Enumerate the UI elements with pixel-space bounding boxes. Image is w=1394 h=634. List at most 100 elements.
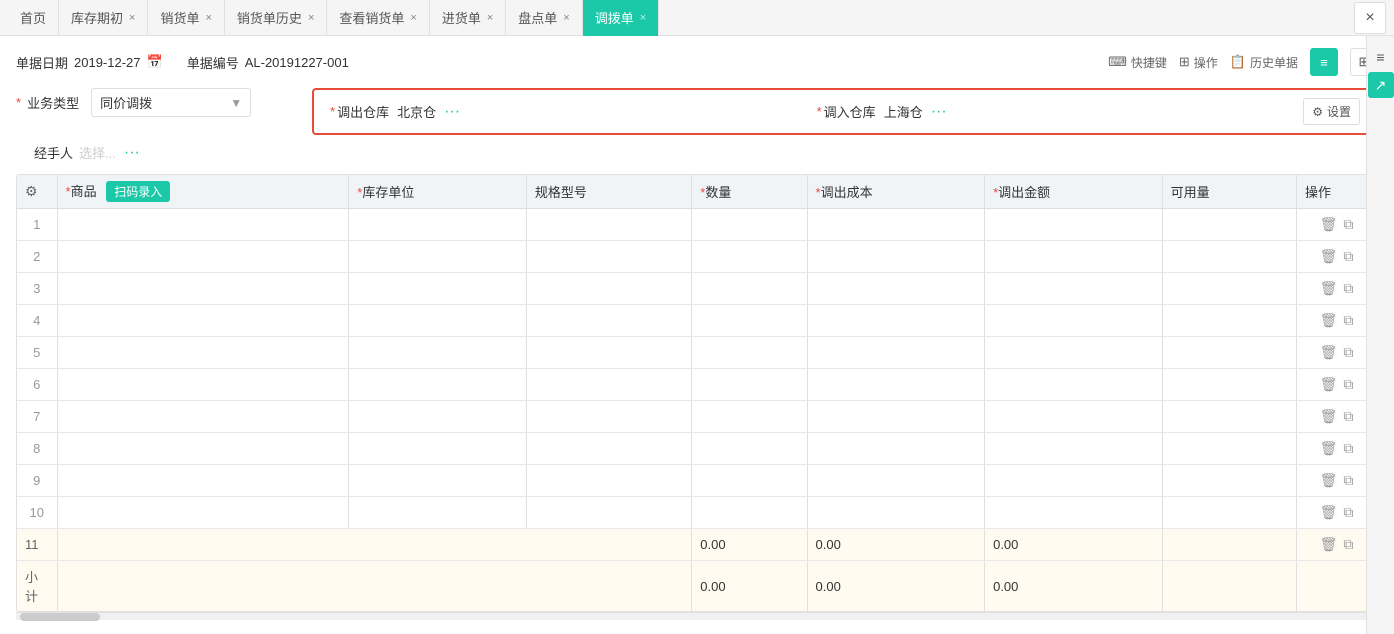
sidebar-export-icon[interactable]: ↗ (1368, 72, 1394, 98)
unit-cell-10[interactable] (349, 497, 527, 529)
cost-cell-4[interactable] (807, 305, 985, 337)
product-cell-3[interactable] (57, 273, 349, 305)
amount-cell-8[interactable] (985, 433, 1163, 465)
product-cell-7[interactable] (57, 401, 349, 433)
horizontal-scrollbar[interactable] (16, 612, 1378, 620)
delete-icon-11[interactable]: 🗑 (1320, 536, 1338, 553)
copy-icon-3[interactable]: ⧉ (1343, 280, 1353, 297)
available-cell-2[interactable] (1162, 241, 1296, 273)
history-button[interactable]: 📋 历史单据 (1230, 54, 1298, 71)
available-cell-4[interactable] (1162, 305, 1296, 337)
delete-icon-9[interactable]: 🗑 (1320, 472, 1338, 489)
amount-cell-4[interactable] (985, 305, 1163, 337)
amount-cell-6[interactable] (985, 369, 1163, 401)
source-warehouse-more-icon[interactable]: ··· (444, 103, 460, 121)
copy-icon-6[interactable]: ⧉ (1343, 376, 1353, 393)
scrollbar-thumb[interactable] (20, 613, 100, 621)
cost-cell-3[interactable] (807, 273, 985, 305)
shortcut-button[interactable]: ⌨ 快捷键 (1108, 54, 1167, 71)
amount-cell-7[interactable] (985, 401, 1163, 433)
available-cell-1[interactable] (1162, 209, 1296, 241)
tab-stocktake[interactable]: 盘点单 × (506, 0, 582, 36)
qty-cell-9[interactable] (692, 465, 807, 497)
unit-cell-5[interactable] (349, 337, 527, 369)
spec-cell-9[interactable] (526, 465, 691, 497)
business-type-dropdown[interactable]: 同价调拨 ▼ (91, 88, 251, 117)
available-cell-10[interactable] (1162, 497, 1296, 529)
cost-cell-7[interactable] (807, 401, 985, 433)
available-cell-3[interactable] (1162, 273, 1296, 305)
target-warehouse-more-icon[interactable]: ··· (931, 103, 947, 121)
tab-transfer[interactable]: 调拨单 × (583, 0, 659, 36)
tab-close-sales-history[interactable]: × (308, 12, 314, 24)
cost-cell-5[interactable] (807, 337, 985, 369)
tab-close-sales-order[interactable]: × (205, 12, 211, 24)
cost-cell-10[interactable] (807, 497, 985, 529)
available-cell-6[interactable] (1162, 369, 1296, 401)
spec-cell-6[interactable] (526, 369, 691, 401)
tab-sales-order[interactable]: 销货单 × (148, 0, 224, 36)
delete-icon-7[interactable]: 🗑 (1320, 408, 1338, 425)
spec-cell-1[interactable] (526, 209, 691, 241)
tab-view-sales[interactable]: 查看销货单 × (327, 0, 429, 36)
unit-cell-9[interactable] (349, 465, 527, 497)
amount-cell-3[interactable] (985, 273, 1163, 305)
unit-cell-6[interactable] (349, 369, 527, 401)
delete-icon-6[interactable]: 🗑 (1320, 376, 1338, 393)
qty-cell-10[interactable] (692, 497, 807, 529)
cost-cell-1[interactable] (807, 209, 985, 241)
available-cell-9[interactable] (1162, 465, 1296, 497)
tab-close-transfer[interactable]: × (640, 12, 646, 24)
tab-home[interactable]: 首页 (8, 0, 59, 36)
delete-icon-3[interactable]: 🗑 (1320, 280, 1338, 297)
product-cell-10[interactable] (57, 497, 349, 529)
delete-icon-4[interactable]: 🗑 (1320, 312, 1338, 329)
product-cell-8[interactable] (57, 433, 349, 465)
qty-cell-2[interactable] (692, 241, 807, 273)
qty-cell-4[interactable] (692, 305, 807, 337)
copy-icon-2[interactable]: ⧉ (1343, 248, 1353, 265)
tab-purchase-order[interactable]: 进货单 × (430, 0, 506, 36)
amount-cell-9[interactable] (985, 465, 1163, 497)
operation-button[interactable]: ⊞ 操作 (1179, 54, 1218, 71)
delete-icon-5[interactable]: 🗑 (1320, 344, 1338, 361)
manager-placeholder[interactable]: 选择... (79, 143, 116, 162)
copy-icon-7[interactable]: ⧉ (1343, 408, 1353, 425)
settings-button[interactable]: ⚙ 设置 (1303, 98, 1360, 125)
amount-cell-1[interactable] (985, 209, 1163, 241)
tab-close-inventory-init[interactable]: × (129, 12, 135, 24)
spec-cell-5[interactable] (526, 337, 691, 369)
spec-cell-7[interactable] (526, 401, 691, 433)
cost-cell-6[interactable] (807, 369, 985, 401)
window-close-button[interactable]: × (1354, 2, 1386, 34)
unit-cell-8[interactable] (349, 433, 527, 465)
tab-close-purchase-order[interactable]: × (487, 12, 493, 24)
unit-cell-2[interactable] (349, 241, 527, 273)
tab-close-view-sales[interactable]: × (410, 12, 416, 24)
product-cell-5[interactable] (57, 337, 349, 369)
unit-cell-7[interactable] (349, 401, 527, 433)
copy-icon-5[interactable]: ⧉ (1343, 344, 1353, 361)
amount-cell-2[interactable] (985, 241, 1163, 273)
qty-cell-1[interactable] (692, 209, 807, 241)
amount-cell-10[interactable] (985, 497, 1163, 529)
delete-icon-10[interactable]: 🗑 (1320, 504, 1338, 521)
available-cell-5[interactable] (1162, 337, 1296, 369)
copy-icon-1[interactable]: ⧉ (1343, 216, 1353, 233)
copy-icon-11[interactable]: ⧉ (1343, 536, 1353, 553)
product-cell-4[interactable] (57, 305, 349, 337)
cost-cell-9[interactable] (807, 465, 985, 497)
manager-more-icon[interactable]: ··· (124, 144, 140, 162)
spec-cell-10[interactable] (526, 497, 691, 529)
spec-cell-3[interactable] (526, 273, 691, 305)
spec-cell-2[interactable] (526, 241, 691, 273)
unit-cell-3[interactable] (349, 273, 527, 305)
unit-cell-1[interactable] (349, 209, 527, 241)
product-cell-9[interactable] (57, 465, 349, 497)
cost-cell-8[interactable] (807, 433, 985, 465)
amount-cell-5[interactable] (985, 337, 1163, 369)
copy-icon-10[interactable]: ⧉ (1343, 504, 1353, 521)
available-cell-8[interactable] (1162, 433, 1296, 465)
delete-icon-1[interactable]: 🗑 (1320, 216, 1338, 233)
tab-sales-history[interactable]: 销货单历史 × (225, 0, 327, 36)
